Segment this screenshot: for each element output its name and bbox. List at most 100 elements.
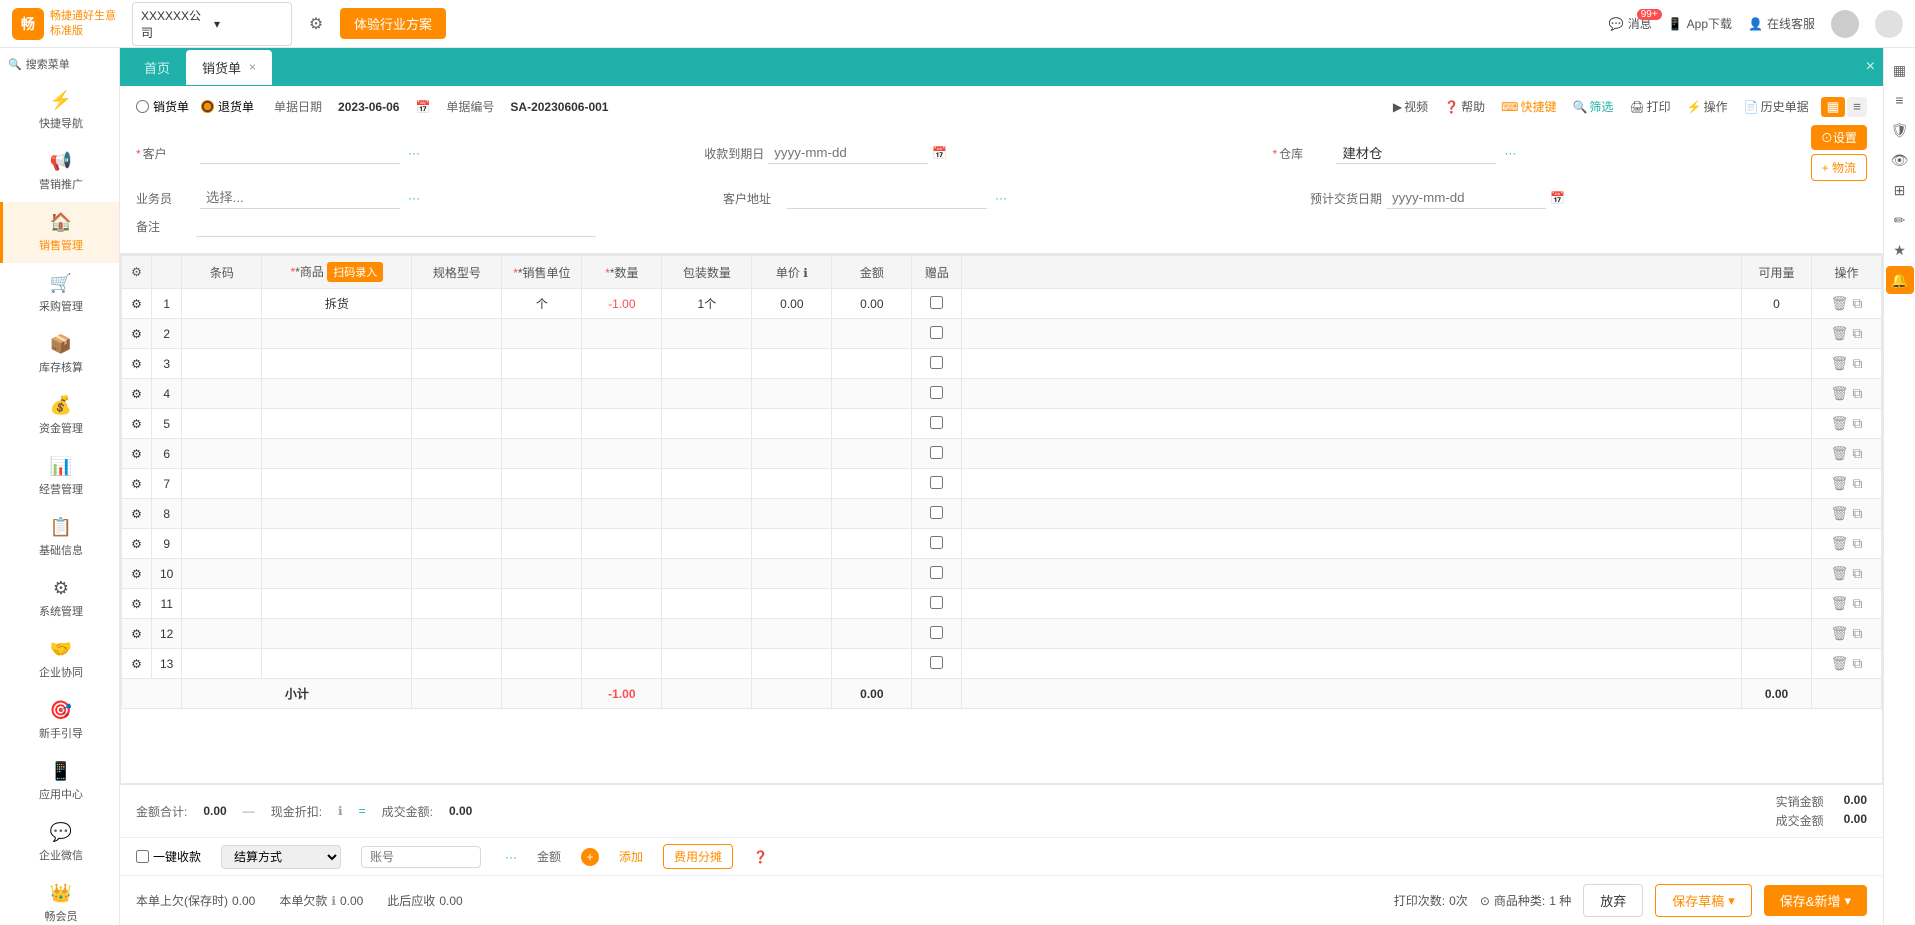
td-pkg-qty-1[interactable]: 1个 [662,289,752,319]
copy-icon-2[interactable]: ⧉ [1852,325,1862,342]
td-settings-9[interactable]: ⚙ [122,529,152,559]
salesperson-dots[interactable]: ··· [408,191,420,205]
td-settings-11[interactable]: ⚙ [122,589,152,619]
warehouse-dots[interactable]: ··· [1504,146,1516,160]
right-panel-layers[interactable]: ⊞ [1886,176,1914,204]
delivery-date-calendar[interactable]: 📅 [1550,191,1565,205]
delete-icon-9[interactable]: 🗑 [1831,535,1849,552]
toolbar-history[interactable]: 📄 历史单据 [1740,96,1813,117]
copy-icon-4[interactable]: ⧉ [1852,385,1862,402]
sidebar-item-enterprise[interactable]: 🤝 企业协同 [0,629,119,690]
delete-icon-7[interactable]: 🗑 [1831,475,1849,492]
salesperson-input[interactable] [200,187,400,209]
doc-owed-help[interactable]: ℹ [331,894,336,908]
td-settings-4[interactable]: ⚙ [122,379,152,409]
copy-icon-11[interactable]: ⧉ [1852,595,1862,612]
td-settings-1[interactable]: ⚙ [122,289,152,319]
customer-address-dots[interactable]: ··· [995,191,1007,205]
td-settings-12[interactable]: ⚙ [122,619,152,649]
td-gift-1[interactable] [912,289,962,319]
copy-icon-9[interactable]: ⧉ [1852,535,1862,552]
online-support-btn[interactable]: 👤 在线客服 [1748,15,1815,32]
td-settings-8[interactable]: ⚙ [122,499,152,529]
customer-address-input[interactable] [787,187,987,209]
notes-input[interactable] [196,215,596,237]
payment-date-input[interactable] [768,142,928,164]
copy-icon-3[interactable]: ⧉ [1852,355,1862,372]
right-panel-edit[interactable]: ✏ [1886,206,1914,234]
delete-icon-13[interactable]: 🗑 [1831,655,1849,672]
toolbar-operation[interactable]: ⚡ 操作 [1683,96,1732,117]
copy-icon-10[interactable]: ⧉ [1852,565,1862,582]
sidebar-item-guide[interactable]: 🎯 新手引导 [0,690,119,751]
company-select[interactable]: XXXXXX公司 ▾ [132,2,292,46]
scan-button[interactable]: 扫码录入 [327,262,383,282]
sidebar-item-operations[interactable]: 📊 经营管理 [0,446,119,507]
td-settings-7[interactable]: ⚙ [122,469,152,499]
td-settings-5[interactable]: ⚙ [122,409,152,439]
avatar-2[interactable] [1875,10,1903,38]
trial-button[interactable]: 体验行业方案 [340,8,446,39]
toolbar-help[interactable]: ❓ 帮助 [1440,96,1489,117]
sidebar-item-sales[interactable]: 🏠 销售管理 [0,202,119,263]
date-calendar-icon[interactable]: 📅 [415,100,430,114]
td-product-1[interactable]: 拆货 [262,289,412,319]
app-download-btn[interactable]: 📱 App下载 [1668,15,1732,32]
delete-icon-5[interactable]: 🗑 [1831,415,1849,432]
td-settings-6[interactable]: ⚙ [122,439,152,469]
td-settings-2[interactable]: ⚙ [122,319,152,349]
sidebar-item-apps[interactable]: 📱 应用中心 [0,751,119,812]
sidebar-item-inventory[interactable]: 📦 库存核算 [0,324,119,385]
toolbar-print[interactable]: 🖨 打印 [1625,96,1674,117]
table-view-btn[interactable]: ≡ [1847,97,1867,117]
delete-icon-1[interactable]: 🗑 [1831,295,1849,312]
toolbar-filter[interactable]: 🔍 筛选 [1568,96,1617,117]
delete-icon-11[interactable]: 🗑 [1831,595,1849,612]
one-click-payment[interactable]: 一键收款 [136,848,201,865]
toolbar-shortcut[interactable]: ⌨ 快捷键 [1497,96,1560,117]
radio-return[interactable]: 退货单 [201,98,254,115]
tab-sales-order-close[interactable]: × [249,60,256,74]
tab-home[interactable]: 首页 [128,50,186,85]
right-panel-list[interactable]: ≡ [1886,86,1914,114]
grid-view-btn[interactable]: ▦ [1821,97,1846,117]
copy-icon-1[interactable]: ⧉ [1852,295,1862,312]
settings-button[interactable]: ⚙ [300,8,332,40]
delete-icon-8[interactable]: 🗑 [1831,505,1849,522]
customer-dots[interactable]: ··· [408,146,420,160]
one-click-payment-checkbox[interactable] [136,850,149,863]
right-panel-eye[interactable]: 👁 [1886,146,1914,174]
sidebar-item-finance[interactable]: 💰 资金管理 [0,385,119,446]
delete-icon-4[interactable]: 🗑 [1831,385,1849,402]
tab-close-all[interactable]: × [1866,58,1875,76]
sidebar-item-basic[interactable]: 📋 基础信息 [0,507,119,568]
copy-icon-13[interactable]: ⧉ [1852,655,1862,672]
account-input[interactable] [361,846,481,868]
cash-discount-help[interactable]: ℹ [338,804,343,818]
radio-sales[interactable]: 销货单 [136,98,189,115]
delete-icon-10[interactable]: 🗑 [1831,565,1849,582]
account-dots[interactable]: ··· [505,850,517,864]
copy-icon-7[interactable]: ⧉ [1852,475,1862,492]
warehouse-input[interactable] [1336,142,1496,164]
setup-btn[interactable]: ⊙设置 [1811,125,1867,150]
td-settings-3[interactable]: ⚙ [122,349,152,379]
right-panel-grid[interactable]: ▦ [1886,56,1914,84]
sidebar-item-purchase[interactable]: 🛒 采购管理 [0,263,119,324]
td-spec-1[interactable] [412,289,502,319]
logistics-btn[interactable]: + 物流 [1811,154,1867,181]
sidebar-item-wechat[interactable]: 💬 企业微信 [0,812,119,873]
add-payment-btn[interactable]: + [581,848,599,866]
avatar[interactable] [1831,10,1859,38]
th-settings[interactable]: ⚙ [122,256,152,289]
td-unit-1[interactable]: 个 [502,289,582,319]
td-qty-1[interactable]: -1.00 [582,289,662,319]
save-new-button[interactable]: 保存&新增 ▾ [1764,885,1867,916]
delete-icon-6[interactable]: 🗑 [1831,445,1849,462]
sidebar-item-quick-nav[interactable]: ⚡ 快捷导航 [0,80,119,141]
delete-icon-3[interactable]: 🗑 [1831,355,1849,372]
delete-icon-12[interactable]: 🗑 [1831,625,1849,642]
payment-method-select[interactable]: 结算方式 [221,845,341,869]
copy-icon-6[interactable]: ⧉ [1852,445,1862,462]
right-panel-star[interactable]: ★ [1886,236,1914,264]
